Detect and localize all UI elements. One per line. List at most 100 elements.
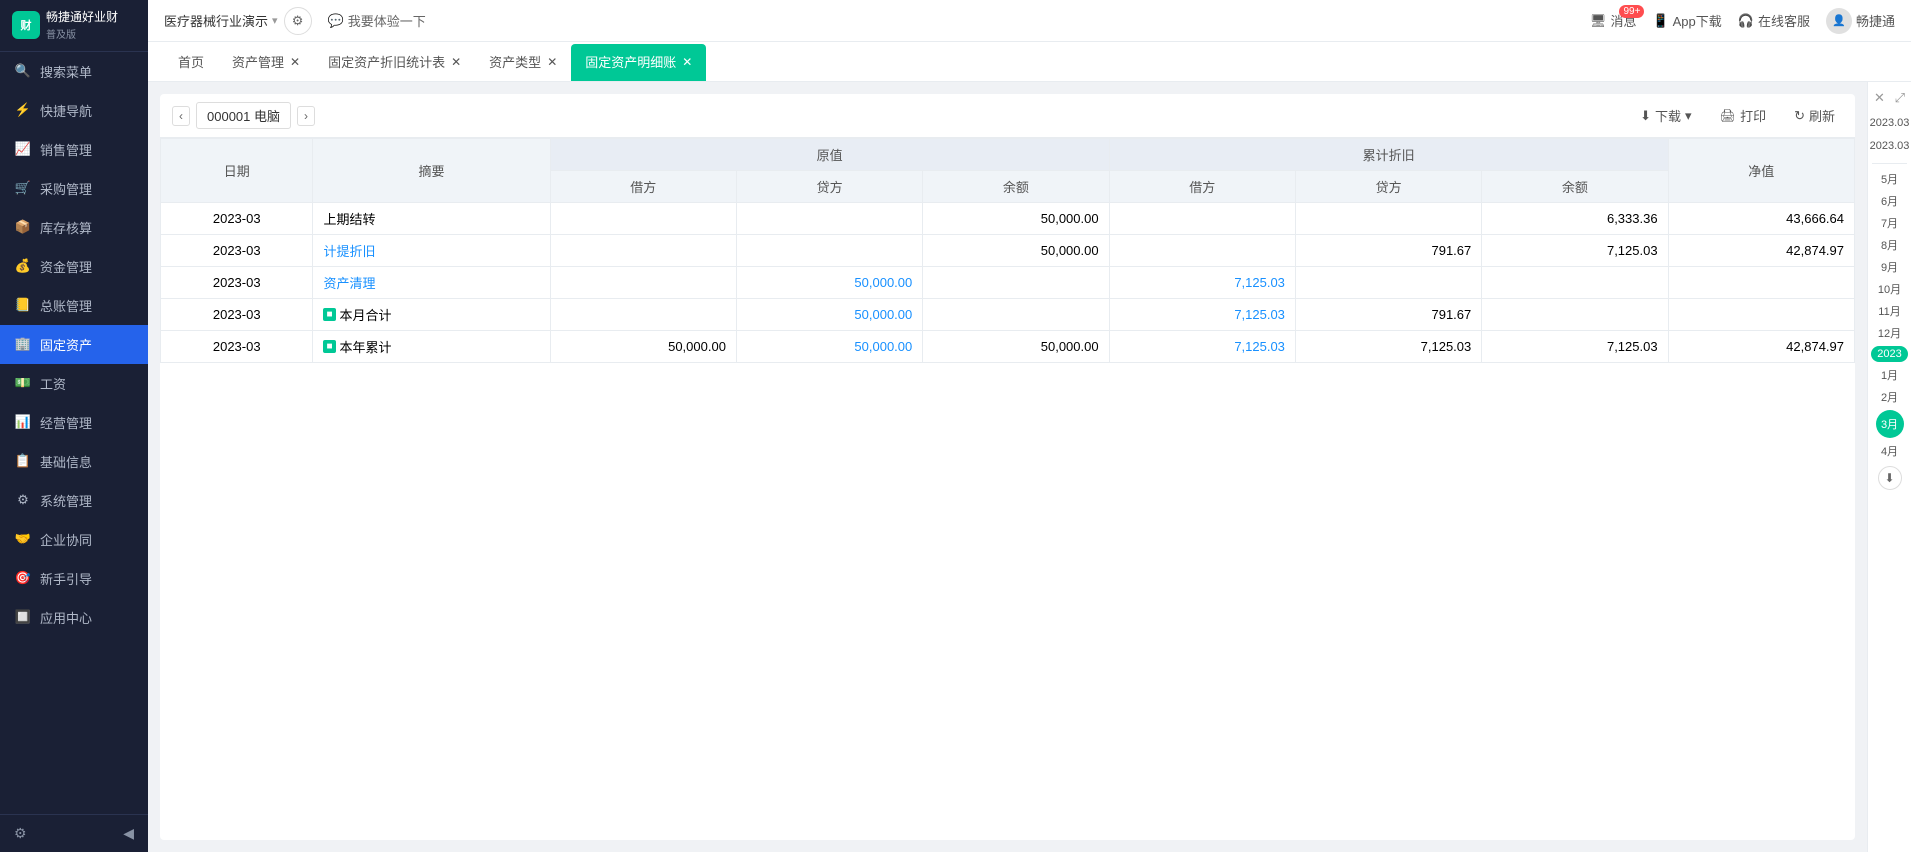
sidebar-item-ledger[interactable]: 📒总账管理 — [0, 286, 148, 325]
collapse-icon[interactable]: ◀ — [123, 825, 134, 842]
sidebar-item-newbie[interactable]: 🎯新手引导 — [0, 559, 148, 598]
sidebar-item-inventory[interactable]: 📦库存核算 — [0, 208, 148, 247]
tab-asset-type[interactable]: 资产类型 ✕ — [475, 44, 571, 81]
refresh-button[interactable]: ↻ 刷新 — [1786, 103, 1843, 128]
sidebar-item-fixed[interactable]: 🏢 固定资产 — [0, 325, 148, 364]
th-acc-debit: 借方 — [1109, 171, 1295, 203]
tab-close-icon[interactable]: ✕ — [547, 55, 557, 69]
month-item[interactable]: 2月 — [1868, 386, 1911, 408]
settings-icon[interactable]: ⚙ — [14, 825, 27, 842]
inventory-icon: 📦 — [14, 218, 32, 236]
experience-icon: 💬 — [328, 13, 344, 29]
tab-home[interactable]: 首页 — [164, 44, 218, 81]
newbie-icon: 🎯 — [14, 569, 32, 587]
sidebar-item-cooperation[interactable]: 🤝 企业协同 — [0, 520, 148, 559]
cell-acc-debit — [1109, 203, 1295, 235]
tab-close-icon[interactable]: ✕ — [290, 55, 300, 69]
user-menu[interactable]: 👤 畅捷通 — [1826, 8, 1895, 34]
fixed-icon: 🏢 — [14, 335, 32, 353]
capital-icon: 💰 — [14, 257, 32, 275]
month-item[interactable]: 6月 — [1868, 190, 1911, 212]
month-item[interactable]: 7月 — [1868, 212, 1911, 234]
topbar-left: 医疗器械行业演示 ▾ ⚙ 💬 我要体验一下 — [164, 7, 1582, 35]
ledger-table: 日期 摘要 原值 累计折旧 净值 借方 贷方 余额 借方 贷方 余额 — [160, 138, 1855, 363]
panel-close-icon[interactable]: ✕ — [1872, 88, 1887, 108]
ledger-table-container: 日期 摘要 原值 累计折旧 净值 借方 贷方 余额 借方 贷方 余额 — [160, 138, 1855, 840]
download-chevron: ▾ — [1685, 108, 1692, 124]
app-download-button[interactable]: 📱 App下载 — [1652, 11, 1721, 30]
th-accumulated: 累计折旧 — [1109, 139, 1668, 171]
messages-badge: 99+ — [1619, 5, 1644, 18]
sidebar-item-capital[interactable]: 💰资金管理 — [0, 247, 148, 286]
tab-close-icon[interactable]: ✕ — [682, 55, 692, 69]
desc-link[interactable]: 资产清理 — [323, 276, 375, 291]
sidebar-label: 搜索菜单 — [40, 62, 92, 81]
month-item[interactable]: 1月 — [1868, 364, 1911, 386]
desc-link[interactable]: 计提折旧 — [323, 244, 375, 259]
experience-button[interactable]: 💬 我要体验一下 — [318, 7, 436, 34]
cell-acc-balance: 6,333.36 — [1482, 203, 1668, 235]
tab-close-icon[interactable]: ✕ — [451, 55, 461, 69]
quicknav-icon: ⚡ — [14, 101, 32, 119]
sidebar-item-purchase[interactable]: 🛒采购管理 — [0, 169, 148, 208]
sidebar-item-basic[interactable]: 📋基础信息 — [0, 442, 148, 481]
panel-down-button[interactable]: ⬇ — [1878, 466, 1902, 490]
tab-asset-ledger[interactable]: 固定资产明细账✕ — [571, 44, 706, 81]
table-row: 2023-03 上期结转 50,000.00 6,333.36 43,666.6… — [161, 203, 1855, 235]
tab-label: 资产类型 — [489, 52, 541, 71]
topbar-right: 🖥 消息 99+ 📱 App下载 🎧 在线客服 👤 畅捷通 — [1590, 8, 1895, 34]
cell-date: 2023-03 — [161, 267, 313, 299]
support-icon: 🎧 — [1738, 13, 1754, 29]
next-asset-button[interactable]: › — [297, 106, 315, 126]
logo-sub: 普及版 — [46, 26, 118, 41]
sidebar-item-payroll[interactable]: 💵工资 — [0, 364, 148, 403]
sidebar-label: 企业协同 — [40, 530, 92, 549]
sidebar-label: 快捷导航 — [40, 101, 92, 120]
cell-acc-balance — [1482, 299, 1668, 331]
sidebar-item-apps[interactable]: 🔲应用中心 — [0, 598, 148, 637]
download-label: App下载 — [1673, 11, 1722, 30]
cell-net: 42,874.97 — [1668, 331, 1854, 363]
system-icon: ⚙ — [14, 491, 32, 509]
cell-orig-debit: 50,000.00 — [550, 331, 736, 363]
cell-net — [1668, 299, 1854, 331]
sidebar-label: 总账管理 — [40, 296, 92, 315]
month-item[interactable]: 8月 — [1868, 234, 1911, 256]
sidebar-item-operations[interactable]: 📊经营管理 — [0, 403, 148, 442]
month-item[interactable]: 12月 — [1868, 322, 1911, 344]
print-button[interactable]: 🖨 打印 — [1712, 103, 1775, 128]
month-item[interactable]: 10月 — [1868, 278, 1911, 300]
company-selector[interactable]: 医疗器械行业演示 ▾ — [164, 11, 278, 30]
support-button[interactable]: 🎧 在线客服 — [1738, 11, 1810, 30]
sidebar-item-system[interactable]: ⚙系统管理 — [0, 481, 148, 520]
topbar-settings-button[interactable]: ⚙ — [284, 7, 312, 35]
sidebar-label: 固定资产 — [40, 335, 92, 354]
panel-date-header1: 2023.03 — [1870, 112, 1910, 135]
cell-acc-debit: 7,125.03 — [1109, 331, 1295, 363]
sidebar-item-sales[interactable]: 📈销售管理 — [0, 130, 148, 169]
sidebar-item-search[interactable]: 🔍搜索菜单 — [0, 52, 148, 91]
tab-depreciation-stats[interactable]: 固定资产折旧统计表 ✕ — [314, 44, 475, 81]
cell-net: 43,666.64 — [1668, 203, 1854, 235]
prev-asset-button[interactable]: ‹ — [172, 106, 190, 126]
panel-expand-icon[interactable]: ⤢ — [1893, 88, 1907, 108]
cell-acc-debit: 7,125.03 — [1109, 299, 1295, 331]
tabbar: 首页资产管理✕固定资产折旧统计表✕资产类型✕固定资产明细账✕ — [148, 42, 1911, 82]
operations-icon: 📊 — [14, 413, 32, 431]
th-orig-balance: 余额 — [923, 171, 1109, 203]
month-item[interactable]: 9月 — [1868, 256, 1911, 278]
sidebar-item-quicknav[interactable]: ⚡ 快捷导航 — [0, 91, 148, 130]
month-item[interactable]: 11月 — [1868, 300, 1911, 322]
th-acc-balance: 余额 — [1482, 171, 1668, 203]
tab-label: 固定资产折旧统计表 — [328, 52, 445, 71]
download-button[interactable]: ⬇ 下载 ▾ — [1632, 103, 1699, 128]
month-item-active[interactable]: 3月 — [1876, 410, 1904, 438]
sidebar-logo: 财 畅捷通好业财 普及版 — [0, 0, 148, 52]
month-item[interactable]: 5月 — [1868, 168, 1911, 190]
cooperation-icon: 🤝 — [14, 530, 32, 548]
month-item[interactable]: 4月 — [1868, 440, 1911, 462]
company-name: 医疗器械行业演示 — [164, 11, 268, 30]
messages-button[interactable]: 🖥 消息 99+ — [1590, 11, 1637, 30]
tab-asset-management[interactable]: 资产管理✕ — [218, 44, 314, 81]
th-orig-credit: 贷方 — [736, 171, 922, 203]
